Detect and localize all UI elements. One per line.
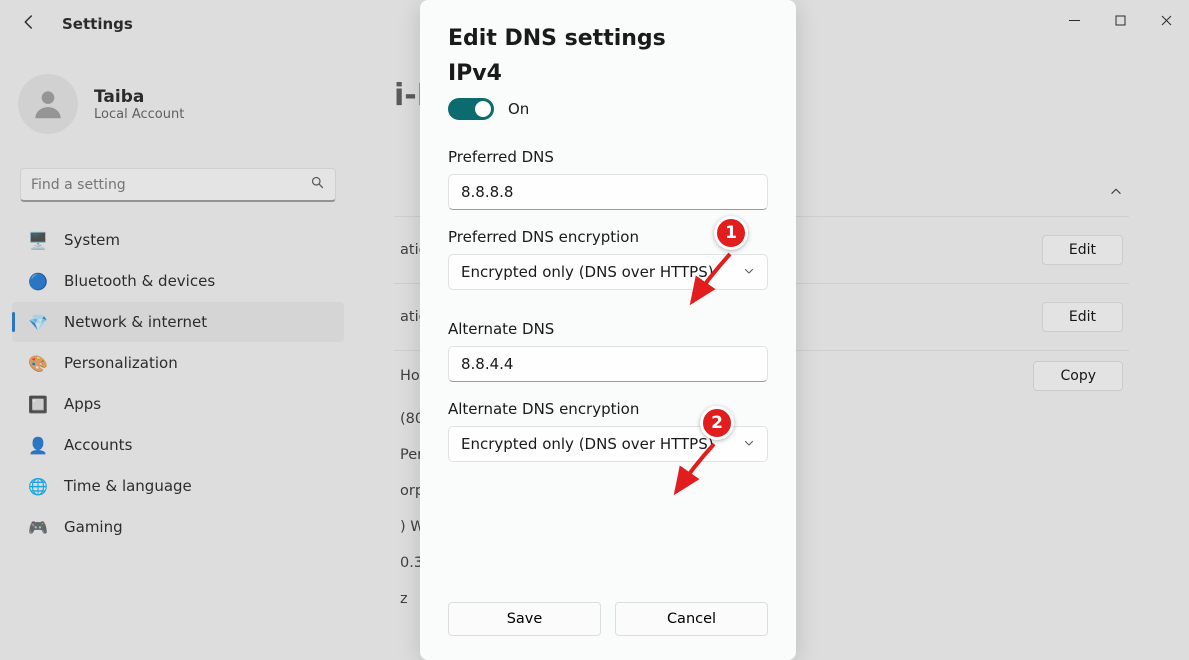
alternate-dns-input[interactable]: 8.8.4.4 [448,346,768,382]
annotation-arrow-1 [680,246,750,316]
ipv4-toggle[interactable] [448,98,494,120]
badge-number: 2 [700,406,734,440]
input-value: 8.8.8.8 [461,183,513,201]
badge-number: 1 [714,216,748,250]
annotation-badge-1: 1 [714,216,748,250]
preferred-dns-input[interactable]: 8.8.8.8 [448,174,768,210]
chevron-down-icon [743,435,755,453]
dialog-subtitle: IPv4 [448,61,768,86]
input-value: 8.8.4.4 [461,355,513,373]
annotation-badge-2: 2 [700,406,734,440]
select-value: Encrypted only (DNS over HTTPS) [461,263,714,281]
edit-dns-dialog: Edit DNS settings IPv4 On Preferred DNS … [420,0,796,660]
annotation-arrow-2 [664,436,734,506]
toggle-state-label: On [508,100,529,118]
preferred-dns-label: Preferred DNS [448,148,768,166]
alternate-dns-label: Alternate DNS [448,320,768,338]
cancel-button[interactable]: Cancel [615,602,768,636]
dialog-title: Edit DNS settings [448,26,768,51]
save-button[interactable]: Save [448,602,601,636]
